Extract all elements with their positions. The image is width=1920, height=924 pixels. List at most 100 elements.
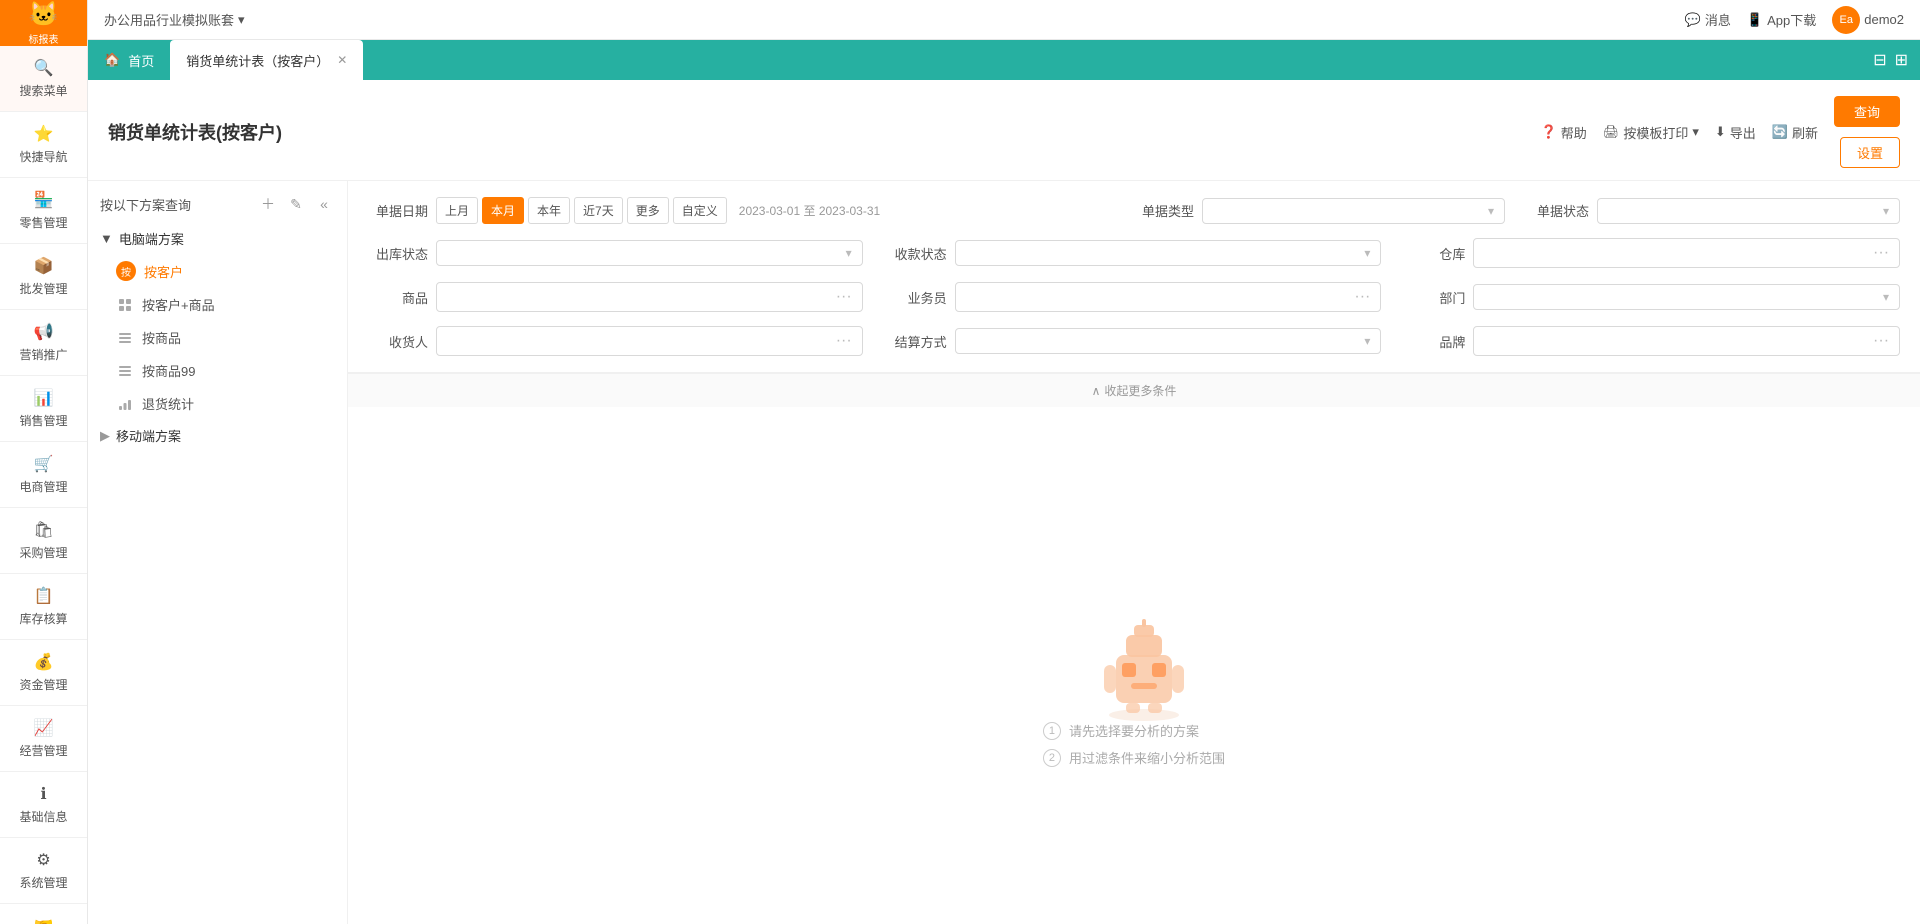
tree-desktop-label: 电脑端方案 xyxy=(119,229,184,248)
tab-home[interactable]: 🏠 首页 xyxy=(88,40,170,80)
content-area: 销货单统计表(按客户) ❓ 帮助 🖨 按模板打印 ▾ ⬇ 导出 xyxy=(88,80,1920,924)
sidebar-item-label: 快捷导航 xyxy=(19,148,67,165)
filter-goods: 商品 ··· xyxy=(368,282,863,312)
right-panel: 单据日期 上月 本月 本年 近7天 更多 自定义 2023-03-01 至 20… xyxy=(348,181,1920,924)
filter-payment-status: 收款状态 ▾ xyxy=(887,240,1382,266)
system-icon: ⚙ xyxy=(36,850,50,870)
tree-mobile-arrow-icon: ▶ xyxy=(100,428,110,444)
sidebar-item-label: 系统管理 xyxy=(19,874,67,891)
date-btn-this-month[interactable]: 本月 xyxy=(482,197,524,224)
tree-desktop-group[interactable]: ▼ 电脑端方案 xyxy=(88,223,347,254)
tab-sales-stat[interactable]: 销货单统计表（按客户） ✕ xyxy=(170,40,363,80)
message-icon: 💬 xyxy=(1685,12,1701,28)
sidebar-item-search[interactable]: 🔍 搜索菜单 xyxy=(0,46,88,112)
export-icon: ⬇ xyxy=(1715,124,1726,140)
collapse-label: 收起更多条件 xyxy=(1104,382,1176,399)
sidebar-item-label: 营销推广 xyxy=(19,346,67,363)
left-panel-title: 按以下方案查询 xyxy=(100,195,191,214)
goods-input[interactable]: ··· xyxy=(436,282,863,312)
add-scheme-button[interactable]: ＋ xyxy=(257,193,279,215)
logo-icon: 🐱 xyxy=(29,0,59,29)
sidebar-item-label: 批发管理 xyxy=(19,280,67,297)
quick-nav-icon: ⭐ xyxy=(34,124,54,144)
sidebar-item-enterprise[interactable]: 🤝 企业协同 xyxy=(0,904,88,924)
date-btn-last-month[interactable]: 上月 xyxy=(436,197,478,224)
tree-item-by-customer-goods[interactable]: 按客户+商品 xyxy=(88,288,347,321)
download-icon: 📱 xyxy=(1747,12,1763,28)
filter-area: 单据日期 上月 本月 本年 近7天 更多 自定义 2023-03-01 至 20… xyxy=(348,181,1920,373)
sidebar-item-marketing[interactable]: 📢 营销推广 xyxy=(0,310,88,376)
collapse-up-icon: ∧ xyxy=(1092,384,1101,398)
home-icon: 🏠 xyxy=(104,52,120,68)
query-button[interactable]: 查询 xyxy=(1834,96,1900,127)
tab-sales-stat-label: 销货单统计表（按客户） xyxy=(186,51,329,70)
help-button[interactable]: ❓ 帮助 xyxy=(1541,123,1587,142)
warehouse-dots-icon: ··· xyxy=(1873,244,1889,262)
date-btn-this-year[interactable]: 本年 xyxy=(528,197,570,224)
tree-item-by-customer[interactable]: 按 按客户 xyxy=(88,254,347,288)
date-btn-more[interactable]: 更多 xyxy=(627,197,669,224)
settings-button[interactable]: 设置 xyxy=(1840,137,1900,168)
ship-status-input[interactable]: ▾ xyxy=(436,240,863,266)
doc-type-label: 单据类型 xyxy=(1134,201,1194,220)
sidebar-item-retail[interactable]: 🏪 零售管理 xyxy=(0,178,88,244)
collapse-panel-button[interactable]: « xyxy=(313,193,335,215)
doc-type-input[interactable]: ▾ xyxy=(1202,198,1505,224)
warehouse-input[interactable]: ··· xyxy=(1473,238,1900,268)
sidebar-item-finance[interactable]: 💰 资金管理 xyxy=(0,640,88,706)
tab-close-button[interactable]: ✕ xyxy=(337,53,347,67)
print-button[interactable]: 🖨 按模板打印 ▾ xyxy=(1603,123,1699,142)
sidebar-item-ecommerce[interactable]: 🛒 电商管理 xyxy=(0,442,88,508)
sidebar-item-wholesale[interactable]: 📦 批发管理 xyxy=(0,244,88,310)
body-layout: 按以下方案查询 ＋ ✎ « xyxy=(88,181,1920,924)
collapse-bar[interactable]: ∧ 收起更多条件 xyxy=(348,373,1920,407)
date-label: 单据日期 xyxy=(368,201,428,220)
tab-home-label: 首页 xyxy=(128,51,154,70)
sidebar-item-system[interactable]: ⚙ 系统管理 xyxy=(0,838,88,904)
date-btn-custom[interactable]: 自定义 xyxy=(673,197,727,224)
user-profile[interactable]: Ea demo2 xyxy=(1832,6,1904,34)
tree-mobile-group[interactable]: ▶ 移动端方案 xyxy=(88,420,347,451)
export-button[interactable]: ⬇ 导出 xyxy=(1715,123,1756,142)
left-panel-actions: ＋ ✎ « xyxy=(257,193,335,215)
hint-text-2: 用过滤条件来缩小分析范围 xyxy=(1069,748,1225,767)
settlement-input[interactable]: ▾ xyxy=(955,328,1382,354)
tab-minimize-icon[interactable]: ⊟ xyxy=(1873,50,1886,70)
tree-item-by-goods[interactable]: 按商品 xyxy=(88,321,347,354)
app-download-button[interactable]: 📱 App下载 xyxy=(1747,10,1816,29)
date-btn-7days[interactable]: 近7天 xyxy=(574,197,623,224)
warehouse-label: 仓库 xyxy=(1405,244,1465,263)
filter-warehouse: 仓库 ··· xyxy=(1405,238,1900,268)
tab-maximize-icon[interactable]: ⊞ xyxy=(1895,50,1908,70)
message-button[interactable]: 💬 消息 xyxy=(1685,10,1731,29)
sidebar-item-label: 基础信息 xyxy=(19,808,67,825)
settlement-dropdown-icon: ▾ xyxy=(1364,334,1370,348)
staff-input[interactable]: ··· xyxy=(955,282,1382,312)
brand-input[interactable]: ··· xyxy=(1473,326,1900,356)
edit-scheme-button[interactable]: ✎ xyxy=(285,193,307,215)
doc-status-input[interactable]: ▾ xyxy=(1597,198,1900,224)
refresh-button[interactable]: 🔄 刷新 xyxy=(1772,123,1818,142)
tab-bar: 🏠 首页 销货单统计表（按客户） ✕ ⊟ ⊞ xyxy=(88,40,1920,80)
sidebar-item-operation[interactable]: 📈 经营管理 xyxy=(0,706,88,772)
account-dropdown[interactable]: 办公用品行业模拟账套 ▾ xyxy=(104,10,245,29)
payment-status-input[interactable]: ▾ xyxy=(955,240,1382,266)
return-stat-icon xyxy=(116,395,134,413)
sidebar-item-sales[interactable]: 📊 销售管理 xyxy=(0,376,88,442)
dept-input[interactable]: ▾ xyxy=(1473,284,1900,310)
sidebar-item-basic[interactable]: ℹ 基础信息 xyxy=(0,772,88,838)
sidebar-item-label: 库存核算 xyxy=(19,610,67,627)
sidebar-item-inventory[interactable]: 📋 库存核算 xyxy=(0,574,88,640)
export-label: 导出 xyxy=(1730,123,1756,142)
receiver-input[interactable]: ··· xyxy=(436,326,863,356)
tree-item-by-goods-99[interactable]: 按商品99 xyxy=(88,354,347,387)
sidebar-item-quick-nav[interactable]: ⭐ 快捷导航 xyxy=(0,112,88,178)
left-panel: 按以下方案查询 ＋ ✎ « xyxy=(88,181,348,924)
tree-item-label: 按客户+商品 xyxy=(142,295,215,314)
sidebar: 🐱 标报表 🔍 搜索菜单 ⭐ 快捷导航 🏪 零售管理 📦 批发管理 📢 营销推广… xyxy=(0,0,88,924)
sidebar-item-label: 销售管理 xyxy=(19,412,67,429)
enterprise-icon: 🤝 xyxy=(34,916,54,924)
tree-item-return-stat[interactable]: 退货统计 xyxy=(88,387,347,420)
sidebar-item-purchase[interactable]: 🛍 采购管理 xyxy=(0,508,88,574)
filter-row-2: 出库状态 ▾ 收款状态 ▾ xyxy=(368,238,1900,268)
